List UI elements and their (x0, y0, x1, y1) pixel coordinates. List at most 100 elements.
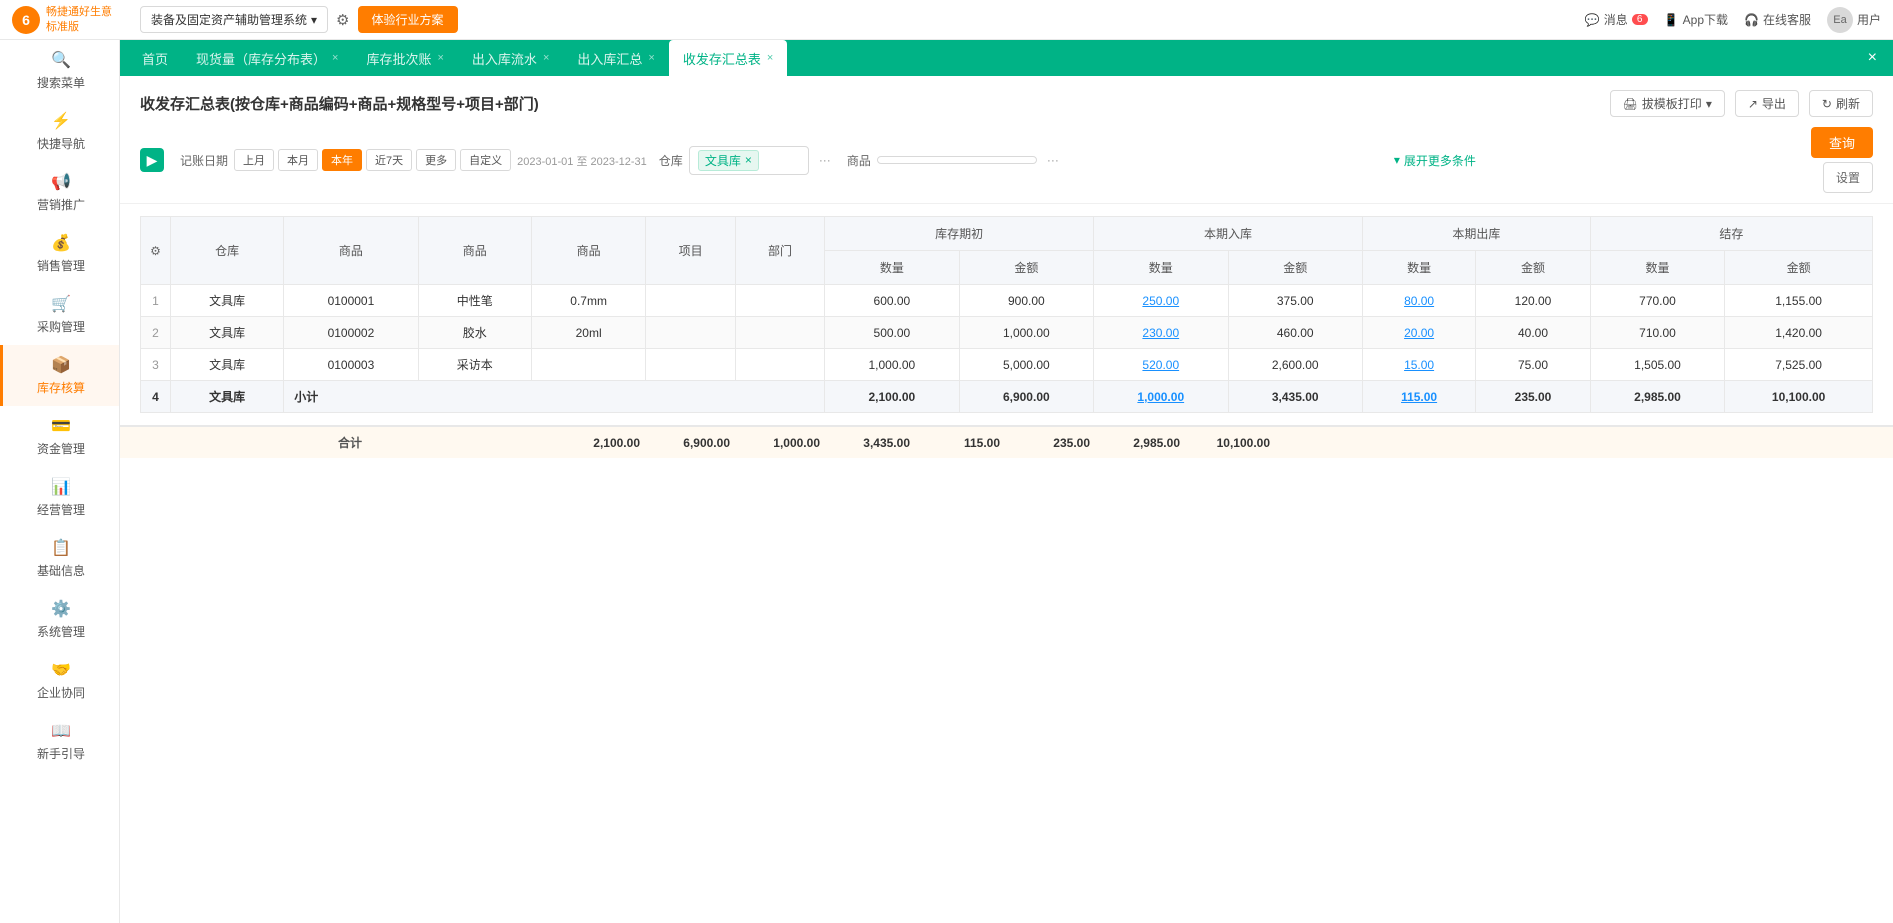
phone-icon: 📱 (1664, 13, 1679, 27)
row-in-qty[interactable]: 250.00 (1094, 285, 1228, 317)
row-in-amt: 460.00 (1228, 317, 1362, 349)
row-out-qty[interactable]: 15.00 (1362, 349, 1475, 381)
sidebar-item-sales[interactable]: 💰 销售管理 (0, 223, 119, 284)
row-project (646, 285, 735, 317)
tab-inout-flow[interactable]: 出入库流水 × (458, 40, 563, 76)
sidebar-item-newbie[interactable]: 📖 新手引导 (0, 711, 119, 772)
col-balance-qty-header: 数量 (1590, 251, 1724, 285)
inventory-icon: 📦 (51, 355, 71, 375)
filter-bar: ▶ 记账日期 上月 本月 本年 近7天 更多 自定义 2023-01-01 至 … (120, 117, 1893, 204)
refresh-icon: ↻ (1822, 97, 1832, 111)
row-product-spec: 0.7mm (531, 285, 646, 317)
date-btn-last-month[interactable]: 上月 (234, 149, 274, 171)
date-btn-this-month[interactable]: 本月 (278, 149, 318, 171)
quick-icon: ⚡ (51, 111, 71, 131)
sidebar-item-finance[interactable]: 💳 资金管理 (0, 406, 119, 467)
export-button[interactable]: ↗ 导出 (1735, 90, 1799, 117)
tab-stock-dist[interactable]: 现货量（库存分布表） × (182, 40, 352, 76)
sidebar-item-purchase[interactable]: 🛒 采购管理 (0, 284, 119, 345)
row-in-qty[interactable]: 520.00 (1094, 349, 1228, 381)
col-opening-amt-header: 金额 (959, 251, 1093, 285)
refresh-button[interactable]: ↻ 刷新 (1809, 90, 1873, 117)
sidebar-item-operation[interactable]: 📊 经营管理 (0, 467, 119, 528)
row-out-amt: 40.00 (1476, 317, 1591, 349)
footer-out-amt: 235.00 (1010, 436, 1100, 450)
query-button[interactable]: 查询 (1811, 127, 1873, 158)
experience-button[interactable]: 体验行业方案 (358, 6, 458, 33)
purchase-icon: 🛒 (51, 294, 71, 314)
date-btn-last-7[interactable]: 近7天 (366, 149, 412, 171)
col-in-amt-header: 金额 (1228, 251, 1362, 285)
col-settings[interactable]: ⚙ (141, 217, 171, 285)
row-out-qty[interactable]: 80.00 (1362, 285, 1475, 317)
date-btn-more[interactable]: 更多 (416, 149, 456, 171)
chevron-down-icon: ▾ (311, 13, 317, 27)
filter-row: 记账日期 上月 本月 本年 近7天 更多 自定义 2023-01-01 至 20… (180, 146, 1795, 175)
footer-in-amt: 3,435.00 (830, 436, 920, 450)
system-selector[interactable]: 装备及固定资产辅助管理系统 ▾ (140, 6, 328, 33)
tab-bar-close-button[interactable]: × (1860, 49, 1885, 67)
expand-conditions-button[interactable]: ▾ 展开更多条件 (1394, 152, 1476, 169)
row-project (646, 317, 735, 349)
row-product-code: 0100002 (284, 317, 418, 349)
warehouse-ellipsis[interactable]: ··· (815, 153, 835, 167)
sidebar-item-quick[interactable]: ⚡ 快捷导航 (0, 101, 119, 162)
tab-batch[interactable]: 库存批次账 × (352, 40, 457, 76)
sidebar-item-inventory[interactable]: 📦 库存核算 (0, 345, 119, 406)
date-buttons: 上月 本月 本年 近7天 更多 自定义 (234, 149, 511, 171)
settings-icon[interactable]: ⚙ (336, 11, 349, 29)
warehouse-tag-close[interactable]: × (745, 153, 752, 167)
sidebar-item-enterprise[interactable]: 🤝 企业协同 (0, 650, 119, 711)
row-product-name: 胶水 (418, 317, 531, 349)
table-settings-icon[interactable]: ⚙ (150, 244, 161, 258)
tab-close-inout-flow[interactable]: × (543, 52, 549, 64)
user-item[interactable]: Ea 用户 (1827, 7, 1881, 33)
page-area: 收发存汇总表(按仓库+商品编码+商品+规格型号+项目+部门) 🖨 拔模板打印 ▾… (120, 76, 1893, 923)
top-bar-left: 6 畅捷通好生意 标准版 装备及固定资产辅助管理系统 ▾ ⚙ 体验行业方案 (12, 5, 458, 34)
col-project-header: 项目 (646, 217, 735, 285)
sidebar-item-search[interactable]: 🔍 搜索菜单 (0, 40, 119, 101)
row-in-amt: 2,600.00 (1228, 349, 1362, 381)
row-in-qty[interactable]: 230.00 (1094, 317, 1228, 349)
table-wrapper: ⚙ 仓库 商品 商品 商品 项目 部门 库存期初 本期入库 本期出库 结存 (120, 204, 1893, 425)
warehouse-label: 仓库 (659, 152, 683, 169)
sidebar-item-basic[interactable]: 📋 基础信息 (0, 528, 119, 589)
tab-close-inout-summary[interactable]: × (648, 52, 654, 64)
tab-close-stock-dist[interactable]: × (332, 52, 338, 64)
sidebar-item-system[interactable]: ⚙️ 系统管理 (0, 589, 119, 650)
tab-inout-summary[interactable]: 出入库汇总 × (563, 40, 668, 76)
filter-toggle-button[interactable]: ▶ (140, 148, 164, 172)
print-icon: 🖨 (1623, 97, 1638, 111)
subtotal-out-qty[interactable]: 115.00 (1362, 381, 1475, 413)
date-btn-custom[interactable]: 自定义 (460, 149, 511, 171)
query-area: 查询 设置 (1811, 127, 1873, 193)
date-btn-this-year[interactable]: 本年 (322, 149, 362, 171)
warehouse-tag: 文具库 × (698, 150, 759, 171)
online-service-item[interactable]: 🎧 在线客服 (1744, 11, 1811, 28)
tab-close-recv-send-summary[interactable]: × (767, 52, 773, 64)
sidebar-item-marketing[interactable]: 📢 营销推广 (0, 162, 119, 223)
footer-out-qty: 115.00 (920, 436, 1010, 450)
tab-close-batch[interactable]: × (437, 52, 443, 64)
data-table: ⚙ 仓库 商品 商品 商品 项目 部门 库存期初 本期入库 本期出库 结存 (140, 216, 1873, 413)
tab-home[interactable]: 首页 (128, 40, 182, 76)
print-template-button[interactable]: 🖨 拔模板打印 ▾ (1610, 90, 1725, 117)
col-dept-header: 部门 (735, 217, 824, 285)
col-balance-header: 结存 (1590, 217, 1872, 251)
subtotal-in-qty[interactable]: 1,000.00 (1094, 381, 1228, 413)
row-dept (735, 349, 824, 381)
page-header: 收发存汇总表(按仓库+商品编码+商品+规格型号+项目+部门) 🖨 拔模板打印 ▾… (120, 76, 1893, 117)
subtotal-warehouse: 文具库 (171, 381, 284, 413)
warehouse-field[interactable]: 文具库 × (689, 146, 809, 175)
logo-text: 畅捷通好生意 标准版 (46, 5, 112, 34)
settings-button[interactable]: 设置 (1823, 162, 1873, 193)
message-item[interactable]: 💬 消息 6 (1585, 11, 1648, 28)
app-download-item[interactable]: 📱 App下载 (1664, 11, 1728, 28)
product-field[interactable] (877, 156, 1037, 164)
product-ellipsis[interactable]: ··· (1043, 153, 1063, 167)
tab-recv-send-summary[interactable]: 收发存汇总表 × (669, 40, 787, 76)
basic-icon: 📋 (51, 538, 71, 558)
row-out-qty[interactable]: 20.00 (1362, 317, 1475, 349)
table-row: 2 文具库 0100002 胶水 20ml 500.00 1,000.00 23… (141, 317, 1873, 349)
row-opening-qty: 600.00 (825, 285, 959, 317)
